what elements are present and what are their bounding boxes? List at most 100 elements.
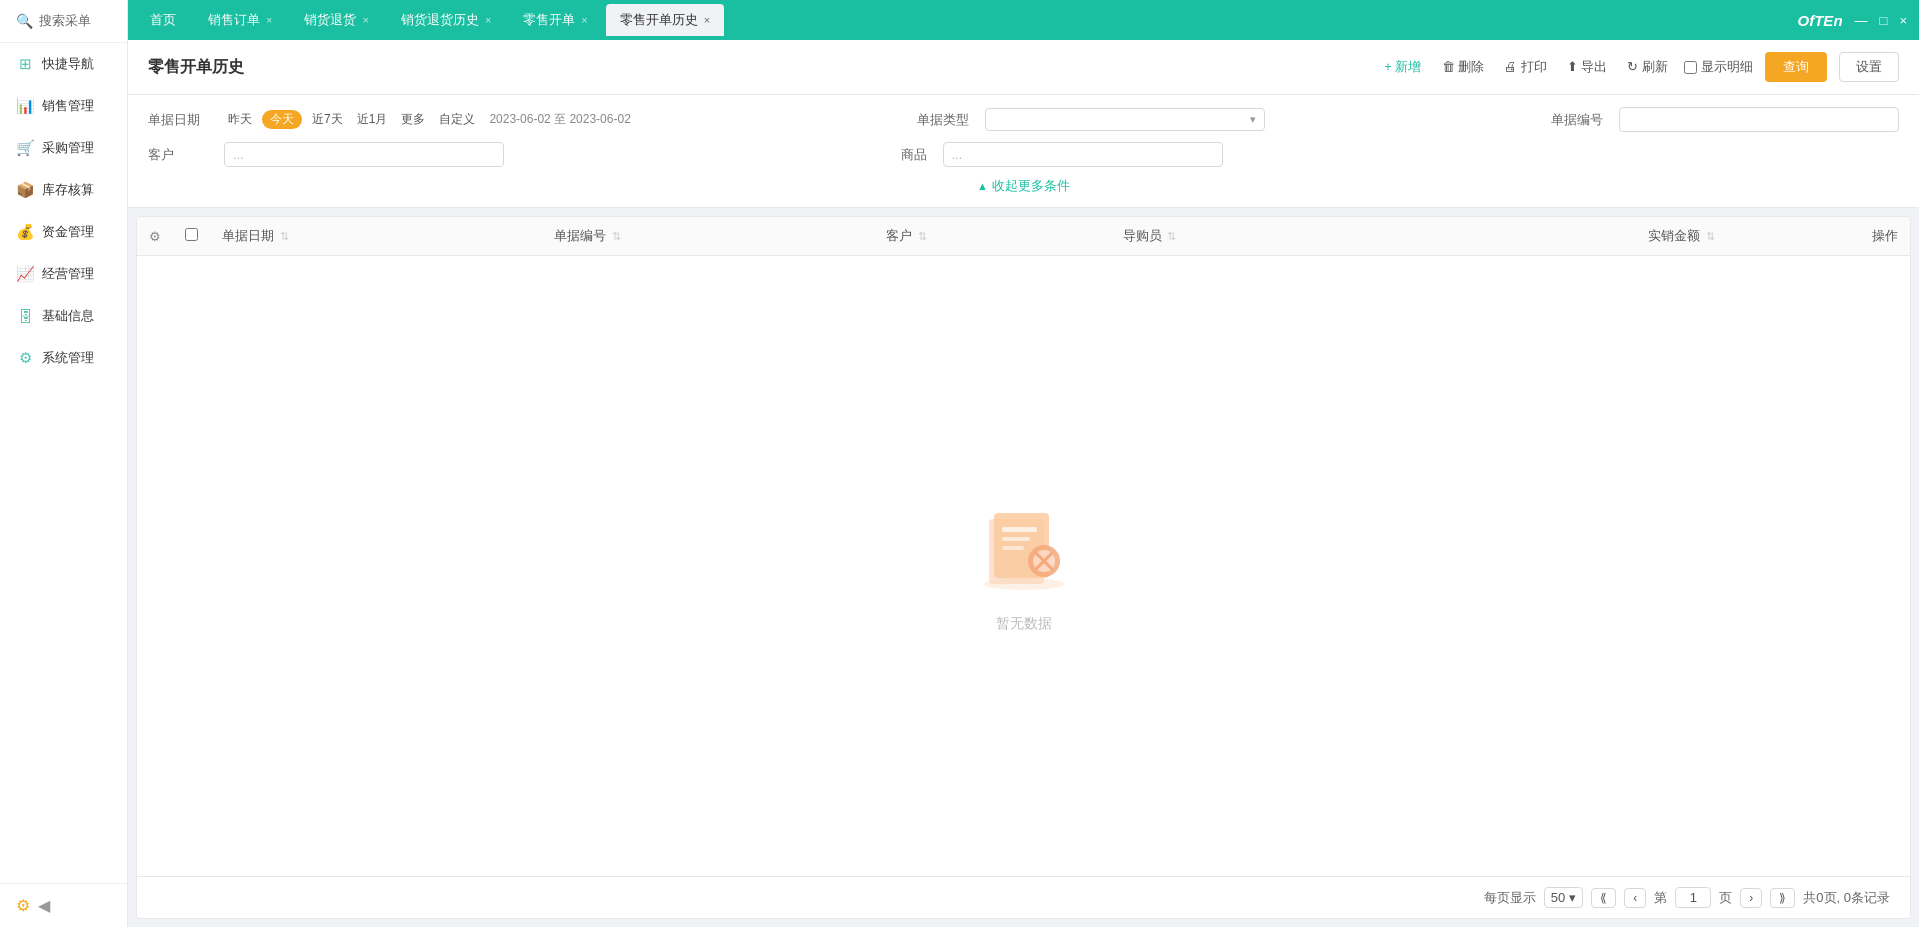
sidebar-gear-button[interactable]: ⚙ (16, 896, 30, 915)
sort-customer-icon[interactable]: ⇅ (918, 230, 927, 242)
table-checkbox-header[interactable] (173, 217, 210, 256)
last-page-button[interactable]: ⟫ (1770, 888, 1795, 908)
sort-guide-icon[interactable]: ⇅ (1167, 230, 1176, 242)
customer-input[interactable]: ... (224, 142, 504, 167)
filter-row-1: 单据日期 昨天 今天 近7天 近1月 更多 自定义 2023-06-02 至 2… (148, 107, 1899, 132)
date-custom[interactable]: 自定义 (435, 110, 479, 129)
prev-page-button[interactable]: ‹ (1624, 888, 1646, 908)
collapse-label: 收起更多条件 (992, 177, 1070, 195)
sidebar-search-label: 搜索采单 (39, 12, 91, 30)
page-number-input[interactable]: 1 (1675, 887, 1711, 908)
date-last-month[interactable]: 近1月 (353, 110, 392, 129)
doc-number-input[interactable] (1619, 107, 1899, 132)
per-page-chevron: ▾ (1569, 890, 1576, 905)
doc-type-label: 单据类型 (917, 111, 969, 129)
tab-retail-open-history-close[interactable]: × (704, 14, 710, 26)
filter-row-2: 客户 ... 商品 ... (148, 142, 1899, 167)
sidebar-item-label: 系统管理 (42, 349, 94, 367)
date-more[interactable]: 更多 (397, 110, 429, 129)
chevron-up-icon: ▲ (977, 180, 988, 192)
page-content: 零售开单历史 + 新增 🗑 删除 🖨 打印 ⬆ 导出 ↻ 刷新 显示明细 查询 … (128, 40, 1919, 927)
col-number: 单据编号 ⇅ (542, 217, 874, 256)
sidebar-item-inventory[interactable]: 📦 库存核算 (0, 169, 127, 211)
table-settings-icon[interactable]: ⚙ (149, 229, 161, 244)
sys-mgmt-icon: ⚙ (16, 349, 34, 367)
finance-icon: 💰 (16, 223, 34, 241)
sidebar-item-business[interactable]: 📈 经营管理 (0, 253, 127, 295)
display-toggle-checkbox[interactable] (1684, 61, 1697, 74)
tab-sales-return-history-label: 销货退货历史 (401, 11, 479, 29)
sort-date-icon[interactable]: ⇅ (280, 230, 289, 242)
date-today[interactable]: 今天 (262, 110, 302, 129)
col-guide-label: 导购员 (1123, 228, 1162, 243)
doc-number-label: 单据编号 (1551, 111, 1603, 129)
brand-label: OfTEn (1798, 12, 1843, 29)
tab-sales-return-history[interactable]: 销货退货历史 × (387, 4, 505, 36)
empty-state: 暂无数据 (137, 256, 1910, 876)
add-button[interactable]: + 新增 (1380, 56, 1425, 78)
sidebar: 🔍 搜索采单 ⊞ 快捷导航 📊 销售管理 🛒 采购管理 📦 库存核算 💰 资金管… (0, 0, 128, 927)
settings-button[interactable]: 设置 (1839, 52, 1899, 82)
purchase-mgmt-icon: 🛒 (16, 139, 34, 157)
date-last7[interactable]: 近7天 (308, 110, 347, 129)
tab-sales-return[interactable]: 销货退货 × (290, 4, 382, 36)
tab-sales-return-close[interactable]: × (362, 14, 368, 26)
next-page-button[interactable]: › (1740, 888, 1762, 908)
tab-home-label: 首页 (150, 11, 176, 29)
date-yesterday[interactable]: 昨天 (224, 110, 256, 129)
header-actions: + 新增 🗑 删除 🖨 打印 ⬆ 导出 ↻ 刷新 显示明细 查询 设置 (1380, 52, 1899, 82)
table-settings-header[interactable]: ⚙ (137, 217, 173, 256)
sidebar-item-finance[interactable]: 💰 资金管理 (0, 211, 127, 253)
customer-label: 客户 (148, 146, 208, 164)
close-button[interactable]: × (1899, 13, 1907, 28)
doc-type-select[interactable]: ▾ (985, 108, 1265, 131)
per-page-select[interactable]: 50 ▾ (1544, 887, 1583, 908)
window-controls: OfTEn — □ × (1798, 12, 1907, 29)
goods-input[interactable]: ... (943, 142, 1223, 167)
topbar: 首页 销售订单 × 销货退货 × 销货退货历史 × 零售开单 × 零售开单历史 … (128, 0, 1919, 40)
sidebar-item-label: 销售管理 (42, 97, 94, 115)
svg-rect-5 (1002, 546, 1024, 550)
sidebar-item-sales-mgmt[interactable]: 📊 销售管理 (0, 85, 127, 127)
quick-nav-icon: ⊞ (16, 55, 34, 73)
sidebar-item-sys-mgmt[interactable]: ⚙ 系统管理 (0, 337, 127, 379)
col-amount: 实销金额 ⇅ (1395, 217, 1727, 256)
tab-retail-open[interactable]: 零售开单 × (509, 4, 601, 36)
tab-retail-open-close[interactable]: × (581, 14, 587, 26)
print-button[interactable]: 🖨 打印 (1500, 56, 1551, 78)
sidebar-item-purchase-mgmt[interactable]: 🛒 采购管理 (0, 127, 127, 169)
refresh-button[interactable]: ↻ 刷新 (1623, 56, 1672, 78)
col-date-label: 单据日期 (222, 228, 274, 243)
tab-retail-open-label: 零售开单 (523, 11, 575, 29)
collapse-filter-button[interactable]: ▲ 收起更多条件 (148, 177, 1899, 195)
sidebar-collapse-button[interactable]: ◀ (38, 896, 50, 915)
tab-retail-open-history[interactable]: 零售开单历史 × (606, 4, 724, 36)
maximize-button[interactable]: □ (1880, 13, 1888, 28)
business-icon: 📈 (16, 265, 34, 283)
tab-sales-order[interactable]: 销售订单 × (194, 4, 286, 36)
tab-home[interactable]: 首页 (136, 4, 190, 36)
delete-button[interactable]: 🗑 删除 (1438, 56, 1489, 78)
inventory-icon: 📦 (16, 181, 34, 199)
select-all-checkbox[interactable] (185, 228, 198, 241)
sort-number-icon[interactable]: ⇅ (612, 230, 621, 242)
svg-rect-4 (1002, 537, 1030, 541)
sidebar-search[interactable]: 🔍 搜索采单 (0, 0, 127, 43)
sort-amount-icon[interactable]: ⇅ (1706, 230, 1715, 242)
minimize-button[interactable]: — (1855, 13, 1868, 28)
sidebar-item-label: 资金管理 (42, 223, 94, 241)
sidebar-item-label: 采购管理 (42, 139, 94, 157)
page-header: 零售开单历史 + 新增 🗑 删除 🖨 打印 ⬆ 导出 ↻ 刷新 显示明细 查询 … (128, 40, 1919, 95)
sidebar-item-basic-info[interactable]: 🗄 基础信息 (0, 295, 127, 337)
per-page-value: 50 (1551, 890, 1565, 905)
first-page-button[interactable]: ⟪ (1591, 888, 1616, 908)
export-button[interactable]: ⬆ 导出 (1563, 56, 1612, 78)
date-filter-label: 单据日期 (148, 111, 208, 129)
sidebar-item-label: 经营管理 (42, 265, 94, 283)
display-toggle[interactable]: 显示明细 (1684, 58, 1753, 76)
col-date: 单据日期 ⇅ (210, 217, 542, 256)
sidebar-item-quick-nav[interactable]: ⊞ 快捷导航 (0, 43, 127, 85)
tab-sales-order-close[interactable]: × (266, 14, 272, 26)
tab-sales-return-history-close[interactable]: × (485, 14, 491, 26)
query-button[interactable]: 查询 (1765, 52, 1827, 82)
